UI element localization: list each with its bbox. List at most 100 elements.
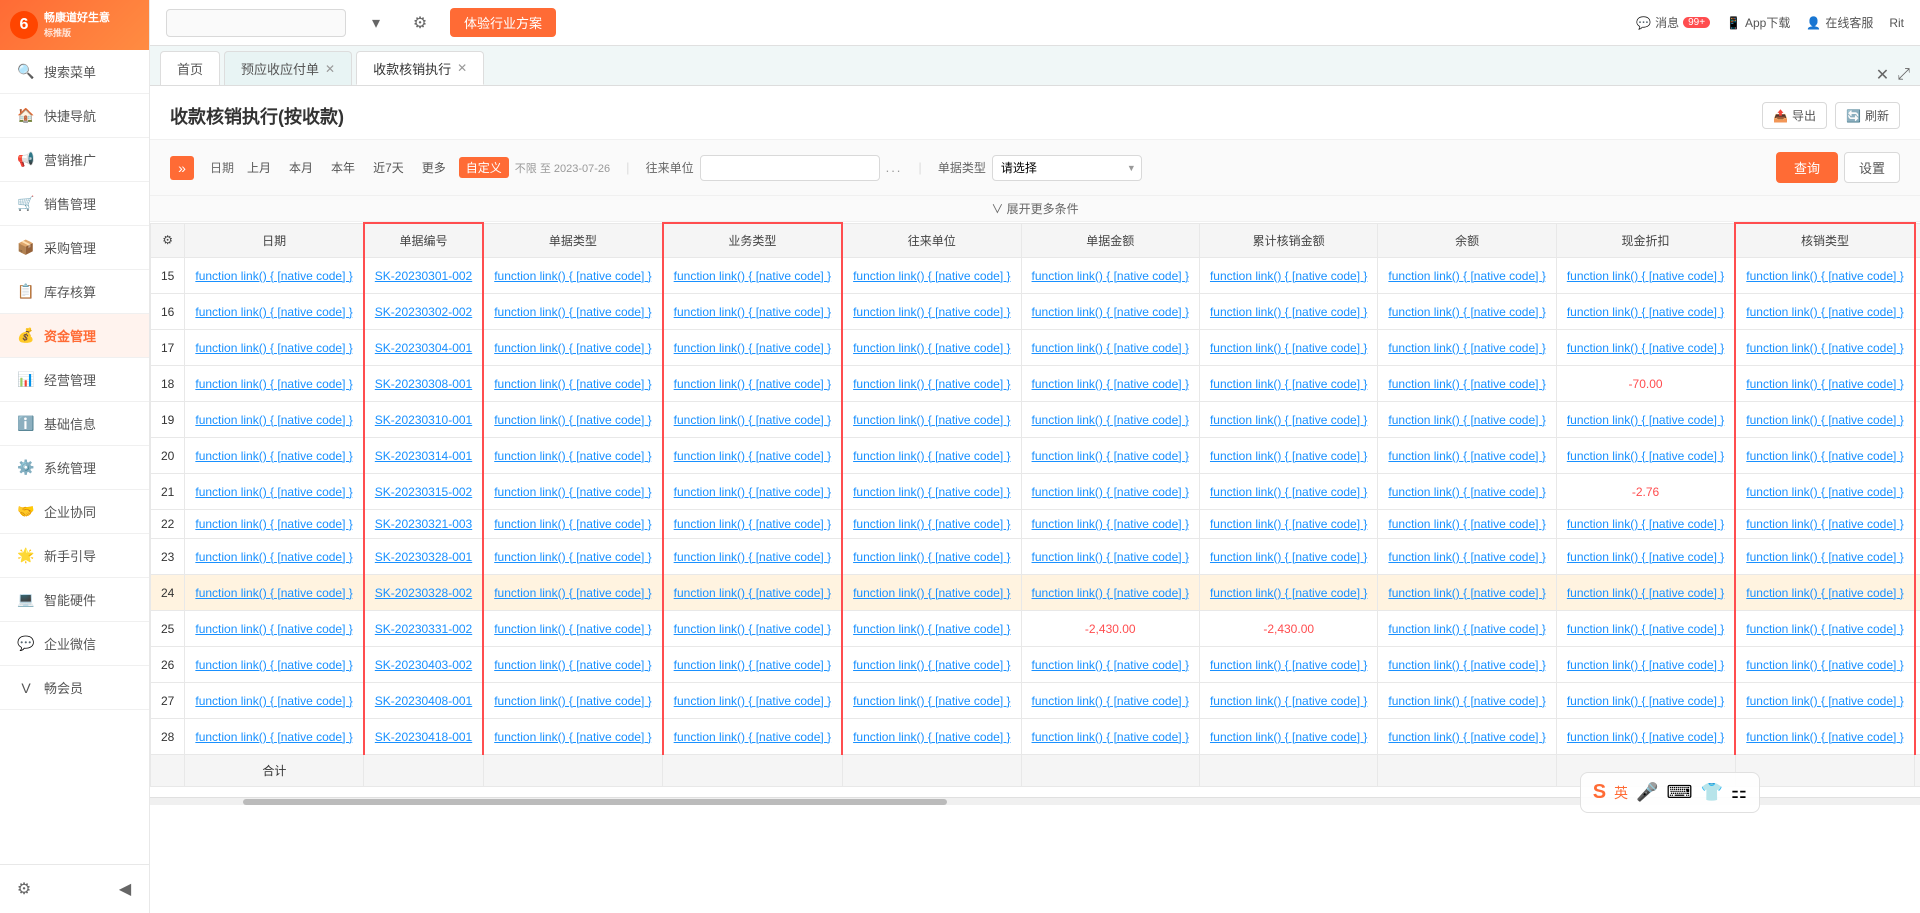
receipt-link[interactable]: function link() { [native code] }: [853, 730, 1010, 744]
receipt-link[interactable]: function link() { [native code] }: [1210, 517, 1367, 531]
date-btn-上月[interactable]: 上月: [240, 157, 278, 178]
receipt-link[interactable]: function link() { [native code] }: [195, 730, 352, 744]
receipt-link[interactable]: function link() { [native code] }: [853, 341, 1010, 355]
receipt-link[interactable]: function link() { [native code] }: [1032, 269, 1189, 283]
receipt-link[interactable]: SK-20230408-001: [375, 694, 472, 708]
receipt-link[interactable]: function link() { [native code] }: [1746, 586, 1903, 600]
user-name[interactable]: Rit: [1889, 16, 1904, 30]
receipt-link[interactable]: function link() { [native code] }: [1388, 305, 1545, 319]
receipt-link[interactable]: function link() { [native code] }: [674, 377, 831, 391]
receipt-link[interactable]: function link() { [native code] }: [494, 449, 651, 463]
cell-receipt_no[interactable]: SK-20230328-002: [364, 575, 483, 611]
industry-btn[interactable]: 体验行业方案: [450, 8, 556, 37]
cell-receipt_no[interactable]: SK-20230310-001: [364, 402, 483, 438]
collapse-icon[interactable]: ◀: [111, 875, 139, 903]
receipt-link[interactable]: SK-20230302-002: [375, 305, 472, 319]
receipt-link[interactable]: function link() { [native code] }: [1210, 449, 1367, 463]
receipt-link[interactable]: function link() { [native code] }: [1388, 550, 1545, 564]
receipt-link[interactable]: function link() { [native code] }: [1567, 341, 1724, 355]
receipt-link[interactable]: function link() { [native code] }: [195, 449, 352, 463]
custom-date-btn[interactable]: 自定义: [459, 157, 509, 178]
receipt-link[interactable]: function link() { [native code] }: [674, 485, 831, 499]
export-button[interactable]: 📤 导出: [1762, 102, 1827, 129]
dropdown-icon[interactable]: ▾: [362, 9, 390, 37]
receipt-link[interactable]: function link() { [native code] }: [1746, 550, 1903, 564]
receipt-link[interactable]: SK-20230418-001: [375, 730, 472, 744]
sidebar-item-search[interactable]: 🔍搜索菜单: [0, 50, 149, 94]
receipt-link[interactable]: function link() { [native code] }: [195, 377, 352, 391]
receipt-link[interactable]: function link() { [native code] }: [195, 305, 352, 319]
sidebar-item-quicknav[interactable]: 🏠快捷导航: [0, 94, 149, 138]
sidebar-item-purchase[interactable]: 📦采购管理: [0, 226, 149, 270]
receipt-type-select[interactable]: 请选择: [992, 155, 1142, 181]
receipt-link[interactable]: function link() { [native code] }: [195, 586, 352, 600]
receipt-link[interactable]: function link() { [native code] }: [1388, 485, 1545, 499]
receipt-link[interactable]: function link() { [native code] }: [494, 550, 651, 564]
receipt-link[interactable]: function link() { [native code] }: [1388, 413, 1545, 427]
date-btn-更多[interactable]: 更多: [415, 157, 453, 178]
receipt-link[interactable]: function link() { [native code] }: [1210, 730, 1367, 744]
gear-icon[interactable]: ⚙: [406, 9, 434, 37]
receipt-link[interactable]: function link() { [native code] }: [674, 550, 831, 564]
receipt-link[interactable]: function link() { [native code] }: [1746, 269, 1903, 283]
sidebar-item-basic[interactable]: ℹ️基础信息: [0, 402, 149, 446]
close-tab-icon[interactable]: ✕: [1876, 65, 1889, 85]
receipt-link[interactable]: function link() { [native code] }: [195, 550, 352, 564]
receipt-link[interactable]: function link() { [native code] }: [853, 658, 1010, 672]
receipt-link[interactable]: function link() { [native code] }: [853, 622, 1010, 636]
receipt-link[interactable]: SK-20230301-002: [375, 269, 472, 283]
receipt-link[interactable]: function link() { [native code] }: [1567, 730, 1724, 744]
receipt-link[interactable]: function link() { [native code] }: [1032, 586, 1189, 600]
receipt-link[interactable]: function link() { [native code] }: [674, 305, 831, 319]
receipt-link[interactable]: function link() { [native code] }: [494, 517, 651, 531]
sidebar-item-system[interactable]: ⚙️系统管理: [0, 446, 149, 490]
sidebar-item-finance[interactable]: 💰资金管理: [0, 314, 149, 358]
expand-more-row[interactable]: ∨ 展开更多条件: [150, 196, 1920, 222]
receipt-link[interactable]: function link() { [native code] }: [195, 658, 352, 672]
tab-close-icon[interactable]: ✕: [325, 62, 335, 76]
filter-settings-button[interactable]: 设置: [1844, 152, 1900, 183]
cell-receipt_no[interactable]: SK-20230304-001: [364, 330, 483, 366]
overlay-mic-icon[interactable]: 🎤: [1636, 782, 1658, 803]
receipt-link[interactable]: SK-20230315-002: [375, 485, 472, 499]
receipt-link[interactable]: SK-20230328-002: [375, 586, 472, 600]
receipt-link[interactable]: function link() { [native code] }: [195, 413, 352, 427]
cell-receipt_no[interactable]: SK-20230301-002: [364, 258, 483, 294]
receipt-link[interactable]: function link() { [native code] }: [195, 517, 352, 531]
receipt-link[interactable]: function link() { [native code] }: [853, 449, 1010, 463]
query-button[interactable]: 查询: [1776, 152, 1838, 183]
sidebar-item-guide[interactable]: 🌟新手引导: [0, 534, 149, 578]
receipt-link[interactable]: function link() { [native code] }: [1210, 586, 1367, 600]
receipt-link[interactable]: function link() { [native code] }: [674, 586, 831, 600]
receipt-link[interactable]: SK-20230314-001: [375, 449, 472, 463]
receipt-link[interactable]: function link() { [native code] }: [1032, 413, 1189, 427]
receipt-link[interactable]: SK-20230328-001: [375, 550, 472, 564]
cell-receipt_no[interactable]: SK-20230331-002: [364, 611, 483, 647]
receipt-link[interactable]: function link() { [native code] }: [674, 517, 831, 531]
receipt-link[interactable]: function link() { [native code] }: [195, 341, 352, 355]
tab-prepay[interactable]: 预应收应付单✕: [224, 51, 352, 85]
receipt-link[interactable]: function link() { [native code] }: [1210, 413, 1367, 427]
cell-receipt_no[interactable]: SK-20230315-002: [364, 474, 483, 510]
receipt-link[interactable]: function link() { [native code] }: [1210, 269, 1367, 283]
receipt-link[interactable]: SK-20230403-002: [375, 658, 472, 672]
receipt-link[interactable]: function link() { [native code] }: [1567, 449, 1724, 463]
receipt-link[interactable]: SK-20230321-003: [375, 517, 472, 531]
receipt-link[interactable]: function link() { [native code] }: [1032, 550, 1189, 564]
receipt-link[interactable]: function link() { [native code] }: [1032, 305, 1189, 319]
receipt-link[interactable]: function link() { [native code] }: [853, 269, 1010, 283]
receipt-link[interactable]: function link() { [native code] }: [1746, 730, 1903, 744]
receipt-link[interactable]: function link() { [native code] }: [1388, 449, 1545, 463]
receipt-link[interactable]: function link() { [native code] }: [1567, 305, 1724, 319]
receipt-link[interactable]: function link() { [native code] }: [853, 413, 1010, 427]
receipt-link[interactable]: function link() { [native code] }: [494, 586, 651, 600]
receipt-link[interactable]: function link() { [native code] }: [1567, 658, 1724, 672]
tab-home[interactable]: 首页: [160, 51, 220, 85]
receipt-link[interactable]: function link() { [native code] }: [1567, 269, 1724, 283]
cell-receipt_no[interactable]: SK-20230418-001: [364, 719, 483, 755]
counterparty-input[interactable]: [700, 155, 880, 181]
receipt-link[interactable]: function link() { [native code] }: [1388, 517, 1545, 531]
sidebar-item-hardware[interactable]: 💻智能硬件: [0, 578, 149, 622]
receipt-link[interactable]: function link() { [native code] }: [1388, 586, 1545, 600]
sidebar-item-sales[interactable]: 🛒销售管理: [0, 182, 149, 226]
